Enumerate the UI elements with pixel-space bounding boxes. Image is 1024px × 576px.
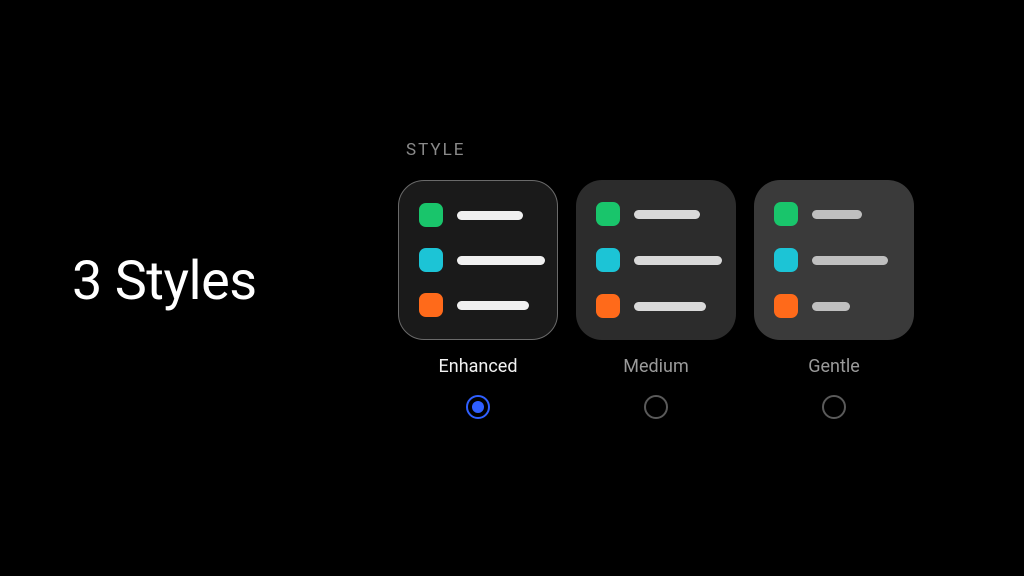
- list-item: [596, 202, 716, 226]
- color-swatch-icon: [596, 248, 620, 272]
- bar-icon: [812, 302, 850, 311]
- style-section: STYLE Enhanced: [398, 140, 914, 419]
- radio-enhanced[interactable]: [466, 395, 490, 419]
- color-swatch-icon: [596, 202, 620, 226]
- style-option-label: Enhanced: [439, 356, 518, 377]
- bar-icon: [634, 256, 722, 265]
- bar-icon: [457, 256, 545, 265]
- bar-icon: [457, 211, 523, 220]
- color-swatch-icon: [419, 203, 443, 227]
- style-option-label: Gentle: [808, 356, 860, 377]
- bar-icon: [634, 302, 706, 311]
- color-swatch-icon: [419, 248, 443, 272]
- color-swatch-icon: [419, 293, 443, 317]
- bar-icon: [457, 301, 529, 310]
- style-option-enhanced: Enhanced: [398, 180, 558, 419]
- style-tile-enhanced[interactable]: [398, 180, 558, 340]
- list-item: [774, 248, 894, 272]
- style-option-row: Enhanced Medium: [398, 180, 914, 419]
- style-tile-medium[interactable]: [576, 180, 736, 340]
- color-swatch-icon: [774, 202, 798, 226]
- style-option-gentle: Gentle: [754, 180, 914, 419]
- list-item: [596, 294, 716, 318]
- list-item: [596, 248, 716, 272]
- color-swatch-icon: [774, 294, 798, 318]
- color-swatch-icon: [596, 294, 620, 318]
- list-item: [419, 293, 537, 317]
- style-tile-gentle[interactable]: [754, 180, 914, 340]
- section-label: STYLE: [406, 140, 914, 160]
- bar-icon: [634, 210, 700, 219]
- radio-medium[interactable]: [644, 395, 668, 419]
- radio-dot-icon: [472, 401, 484, 413]
- radio-gentle[interactable]: [822, 395, 846, 419]
- page-title: 3 Styles: [72, 250, 257, 313]
- bar-icon: [812, 256, 888, 265]
- style-option-medium: Medium: [576, 180, 736, 419]
- list-item: [774, 202, 894, 226]
- color-swatch-icon: [774, 248, 798, 272]
- bar-icon: [812, 210, 862, 219]
- list-item: [419, 248, 537, 272]
- style-option-label: Medium: [623, 356, 689, 377]
- list-item: [419, 203, 537, 227]
- list-item: [774, 294, 894, 318]
